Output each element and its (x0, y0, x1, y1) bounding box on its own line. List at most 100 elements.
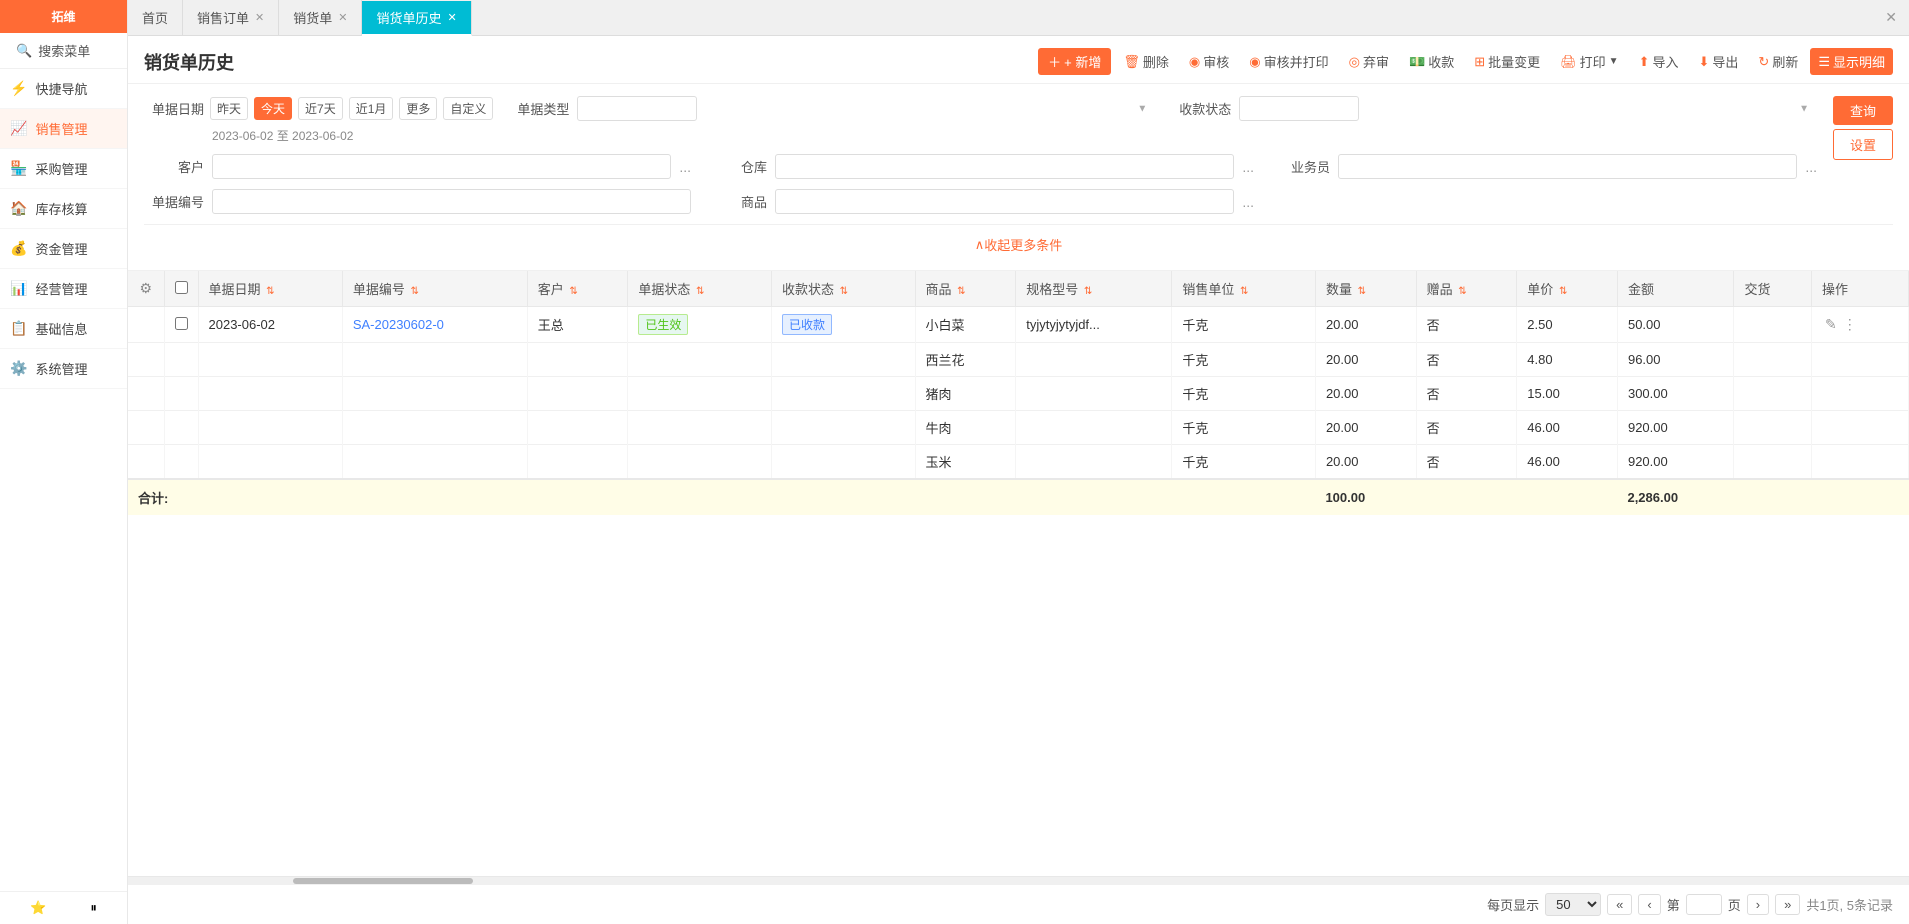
sidebar-item-system-mgmt[interactable]: ⚙️ 系统管理 (0, 349, 127, 389)
collect-button[interactable]: 💵 收款 (1401, 48, 1462, 75)
date-btn-yesterday[interactable]: 昨天 (210, 97, 248, 120)
page-content: 销货单历史 ＋ + 新增 🗑 删除 ◉ 审核 ◉ 审核并打印 (128, 36, 1909, 924)
set-button[interactable]: 设置 (1833, 129, 1893, 160)
col-payment-status[interactable]: 收款状态 ⇅ (771, 271, 915, 307)
star-icon[interactable]: ⭐ (30, 900, 46, 916)
col-spec[interactable]: 规格型号 ⇅ (1016, 271, 1172, 307)
last-page-button[interactable]: » (1775, 894, 1800, 915)
row-action-cell (1811, 445, 1908, 480)
col-goods[interactable]: 商品 ⇅ (915, 271, 1016, 307)
sidebar-item-finance[interactable]: 💰 资金管理 (0, 229, 127, 269)
audit-button[interactable]: ◉ 审核 (1181, 48, 1237, 75)
col-number[interactable]: 单据编号 ⇅ (342, 271, 527, 307)
tab-sales-order[interactable]: 销售订单 ✕ (183, 0, 279, 35)
salesperson-dots[interactable]: ... (1805, 159, 1817, 175)
warehouse-input[interactable] (775, 154, 1234, 179)
row-payment_status: 已收款 (771, 307, 915, 343)
tab-bar-close-button[interactable]: ✕ (1873, 9, 1909, 26)
date-btn-7days[interactable]: 近7天 (298, 97, 343, 120)
export-icon: ⬇ (1698, 54, 1709, 70)
row-transaction (1734, 377, 1812, 411)
row-amount: 920.00 (1617, 445, 1733, 480)
collapse-button[interactable]: ∧ 收起更多条件 (971, 231, 1067, 258)
col-customer[interactable]: 客户 ⇅ (527, 271, 628, 307)
customer-input[interactable] (212, 154, 671, 179)
sidebar-item-basic-info[interactable]: 📋 基础信息 (0, 309, 127, 349)
sidebar-item-quick-nav[interactable]: ⚡ 快捷导航 (0, 69, 127, 109)
sidebar-item-sales-mgmt[interactable]: 📈 销售管理 (0, 109, 127, 149)
sidebar-item-search[interactable]: 🔍 搜索菜单 (0, 33, 127, 69)
more-action-button[interactable]: ⋮ (1840, 316, 1860, 333)
print-button[interactable]: 🖨 打印 ▼ (1552, 48, 1626, 75)
goods-sort-icon: ⇅ (957, 286, 965, 297)
row-amount: 96.00 (1617, 343, 1733, 377)
row-number: SA-20230602-0 (342, 307, 527, 343)
tab-sales-history-close[interactable]: ✕ (448, 11, 457, 24)
tab-sales-history[interactable]: 销货单历史 ✕ (362, 1, 471, 36)
sidebar-item-operations[interactable]: 📊 经营管理 (0, 269, 127, 309)
row-customer (527, 445, 628, 480)
audit-print-button[interactable]: ◉ 审核并打印 (1241, 48, 1336, 75)
row-checkbox[interactable] (175, 317, 188, 330)
date-btn-1month[interactable]: 近1月 (349, 97, 394, 120)
doc-type-select[interactable] (577, 96, 697, 121)
sidebar-item-inventory[interactable]: 🏠 库存核算 (0, 189, 127, 229)
table-settings-icon[interactable]: ⚙ (139, 280, 152, 296)
batch-change-button[interactable]: ⊞ 批量变更 (1466, 48, 1548, 75)
per-page-select[interactable]: 50 100 (1545, 893, 1601, 916)
salesperson-input[interactable] (1338, 154, 1797, 179)
page-number-input[interactable]: 1 (1686, 894, 1722, 915)
goods-input[interactable] (775, 189, 1234, 214)
sidebar-item-basic-info-label: 基础信息 (35, 319, 87, 338)
tab-sales-goods-close[interactable]: ✕ (338, 11, 347, 24)
edit-action-button[interactable]: ✎ (1822, 316, 1840, 333)
tab-home[interactable]: 首页 (128, 0, 183, 35)
customer-dots[interactable]: ... (679, 159, 691, 175)
row-spec: tyjytyjytyjdf... (1016, 307, 1172, 343)
refresh-button[interactable]: ↻ 刷新 (1750, 48, 1806, 75)
horizontal-scrollbar[interactable] (128, 876, 1909, 884)
first-page-button[interactable]: « (1607, 894, 1632, 915)
search-area: 单据日期 昨天 今天 近7天 近1月 更多 自定义 (128, 84, 1909, 271)
col-gear[interactable]: ⚙ (128, 271, 164, 307)
query-button[interactable]: 查询 (1833, 96, 1893, 125)
row-qty: 20.00 (1315, 307, 1416, 343)
pause-icon[interactable]: ⏸ (90, 900, 97, 916)
footer-empty2 (1416, 479, 1517, 515)
payment-status-select[interactable] (1239, 96, 1359, 121)
sidebar-item-purchase-mgmt[interactable]: 🏪 采购管理 (0, 149, 127, 189)
row-unit: 千克 (1172, 343, 1316, 377)
tab-sales-goods[interactable]: 销货单 ✕ (279, 0, 362, 35)
new-button[interactable]: ＋ + 新增 (1038, 48, 1111, 75)
row-amount: 920.00 (1617, 411, 1733, 445)
col-price[interactable]: 单价 ⇅ (1517, 271, 1618, 307)
next-page-button[interactable]: › (1747, 894, 1769, 915)
main-area: 首页 销售订单 ✕ 销货单 ✕ 销货单历史 ✕ ✕ 销货单历史 ＋ + 新增 (128, 0, 1909, 924)
select-all-checkbox[interactable] (175, 281, 188, 294)
show-details-button[interactable]: ☰ 显示明细 (1810, 48, 1893, 75)
doc-number-link[interactable]: SA-20230602-0 (353, 317, 444, 332)
col-unit[interactable]: 销售单位 ⇅ (1172, 271, 1316, 307)
import-button[interactable]: ⬆ 导入 (1631, 48, 1687, 75)
col-gift[interactable]: 赠品 ⇅ (1416, 271, 1517, 307)
tab-sales-order-close[interactable]: ✕ (255, 11, 264, 24)
col-qty[interactable]: 数量 ⇅ (1315, 271, 1416, 307)
delete-button[interactable]: 🗑 删除 (1115, 48, 1177, 75)
goods-dots[interactable]: ... (1242, 194, 1254, 210)
prev-page-button[interactable]: ‹ (1638, 894, 1660, 915)
date-btn-today[interactable]: 今天 (254, 97, 292, 120)
doc-number-field: 单据编号 (144, 189, 691, 214)
col-date[interactable]: 单据日期 ⇅ (198, 271, 342, 307)
scrollbar-thumb[interactable] (293, 878, 473, 884)
col-doc-status[interactable]: 单据状态 ⇅ (628, 271, 772, 307)
date-btn-more[interactable]: 更多 (399, 97, 437, 120)
row-transaction (1734, 411, 1812, 445)
date-btn-custom[interactable]: 自定义 (443, 97, 493, 120)
row-date: 2023-06-02 (198, 307, 342, 343)
doc-number-input[interactable] (212, 189, 691, 214)
goods-label: 商品 (707, 192, 767, 211)
row-customer (527, 411, 628, 445)
warehouse-dots[interactable]: ... (1242, 159, 1254, 175)
abandon-button[interactable]: ◎ 弃审 (1341, 48, 1397, 75)
export-button[interactable]: ⬇ 导出 (1690, 48, 1746, 75)
